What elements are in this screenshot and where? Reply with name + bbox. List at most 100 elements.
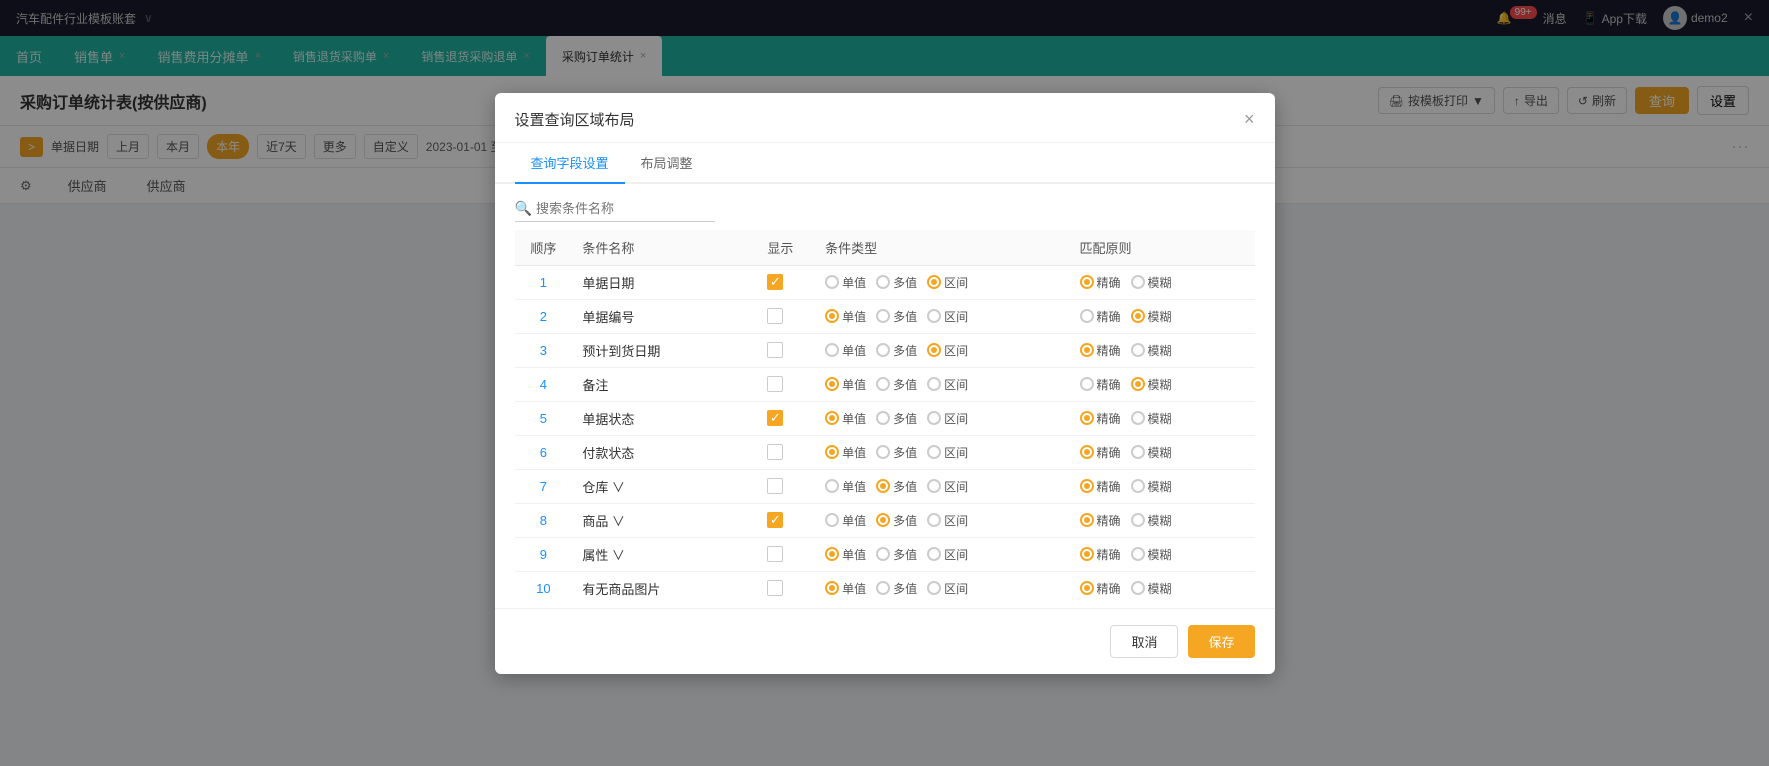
type-radio-multi[interactable]: 多值 bbox=[876, 546, 917, 563]
row-name: 仓库 ∨ bbox=[572, 469, 757, 503]
modal-header: 设置查询区域布局 × bbox=[495, 93, 1275, 143]
match-radio-exact[interactable]: 精确 bbox=[1080, 580, 1121, 597]
match-radio-group: 精确模糊 bbox=[1080, 308, 1245, 325]
row-checkbox[interactable] bbox=[767, 444, 783, 460]
row-order: 5 bbox=[515, 401, 573, 435]
type-radio-range[interactable]: 区间 bbox=[927, 444, 968, 461]
modal-search-area: 🔍 bbox=[495, 184, 1275, 230]
row-type-cell: 单值多值区间 bbox=[815, 503, 1069, 537]
type-radio-single[interactable]: 单值 bbox=[825, 546, 866, 563]
type-radio-single[interactable]: 单值 bbox=[825, 580, 866, 597]
cancel-button[interactable]: 取消 bbox=[1110, 625, 1178, 658]
row-checkbox[interactable] bbox=[767, 478, 783, 494]
match-radio-exact[interactable]: 精确 bbox=[1080, 274, 1121, 291]
type-radio-multi[interactable]: 多值 bbox=[876, 274, 917, 291]
match-radio-exact[interactable]: 精确 bbox=[1080, 512, 1121, 529]
match-radio-fuzzy[interactable]: 模糊 bbox=[1131, 580, 1172, 597]
type-radio-single[interactable]: 单值 bbox=[825, 478, 866, 495]
match-radio-fuzzy[interactable]: 模糊 bbox=[1131, 376, 1172, 393]
search-input[interactable] bbox=[532, 201, 702, 216]
table-row: 3预计到货日期单值多值区间精确模糊 bbox=[515, 333, 1255, 367]
match-radio-exact[interactable]: 精确 bbox=[1080, 546, 1121, 563]
row-checkbox-cell bbox=[757, 435, 815, 469]
type-radio-range[interactable]: 区间 bbox=[927, 478, 968, 495]
type-radio-multi[interactable]: 多值 bbox=[876, 478, 917, 495]
row-type-cell: 单值多值区间 bbox=[815, 265, 1069, 299]
match-radio-fuzzy[interactable]: 模糊 bbox=[1131, 274, 1172, 291]
type-radio-range[interactable]: 区间 bbox=[927, 376, 968, 393]
match-radio-fuzzy[interactable]: 模糊 bbox=[1131, 546, 1172, 563]
row-checkbox[interactable] bbox=[767, 308, 783, 324]
type-radio-single[interactable]: 单值 bbox=[825, 444, 866, 461]
modal-title: 设置查询区域布局 bbox=[515, 109, 635, 130]
type-radio-range[interactable]: 区间 bbox=[927, 410, 968, 427]
row-order: 1 bbox=[515, 265, 573, 299]
match-radio-exact[interactable]: 精确 bbox=[1080, 342, 1121, 359]
type-radio-multi[interactable]: 多值 bbox=[876, 410, 917, 427]
row-checkbox[interactable]: ✓ bbox=[767, 274, 783, 290]
row-order: 2 bbox=[515, 299, 573, 333]
match-radio-fuzzy[interactable]: 模糊 bbox=[1131, 478, 1172, 495]
row-type-cell: 单值多值区间 bbox=[815, 401, 1069, 435]
type-radio-range[interactable]: 区间 bbox=[927, 274, 968, 291]
row-name: 单据日期 bbox=[572, 265, 757, 299]
row-name: 单据编号 bbox=[572, 299, 757, 333]
type-radio-multi[interactable]: 多值 bbox=[876, 308, 917, 325]
type-radio-single[interactable]: 单值 bbox=[825, 308, 866, 325]
match-radio-exact[interactable]: 精确 bbox=[1080, 478, 1121, 495]
row-checkbox[interactable]: ✓ bbox=[767, 512, 783, 528]
row-match-cell: 精确模糊 bbox=[1070, 571, 1255, 600]
match-radio-exact[interactable]: 精确 bbox=[1080, 410, 1121, 427]
row-name: 付款状态 bbox=[572, 435, 757, 469]
match-radio-fuzzy[interactable]: 模糊 bbox=[1131, 512, 1172, 529]
row-checkbox[interactable] bbox=[767, 342, 783, 358]
match-radio-group: 精确模糊 bbox=[1080, 512, 1245, 529]
match-radio-exact[interactable]: 精确 bbox=[1080, 444, 1121, 461]
row-name: 单据状态 bbox=[572, 401, 757, 435]
type-radio-single[interactable]: 单值 bbox=[825, 342, 866, 359]
type-radio-multi[interactable]: 多值 bbox=[876, 376, 917, 393]
type-radio-single[interactable]: 单值 bbox=[825, 410, 866, 427]
match-radio-fuzzy[interactable]: 模糊 bbox=[1131, 410, 1172, 427]
match-radio-fuzzy[interactable]: 模糊 bbox=[1131, 444, 1172, 461]
type-radio-group: 单值多值区间 bbox=[825, 478, 1059, 495]
match-radio-fuzzy[interactable]: 模糊 bbox=[1131, 308, 1172, 325]
match-radio-exact[interactable]: 精确 bbox=[1080, 376, 1121, 393]
row-type-cell: 单值多值区间 bbox=[815, 367, 1069, 401]
type-radio-single[interactable]: 单值 bbox=[825, 274, 866, 291]
type-radio-multi[interactable]: 多值 bbox=[876, 342, 917, 359]
row-match-cell: 精确模糊 bbox=[1070, 469, 1255, 503]
row-type-cell: 单值多值区间 bbox=[815, 469, 1069, 503]
row-match-cell: 精确模糊 bbox=[1070, 537, 1255, 571]
row-checkbox[interactable] bbox=[767, 376, 783, 392]
row-checkbox[interactable] bbox=[767, 546, 783, 562]
type-radio-range[interactable]: 区间 bbox=[927, 512, 968, 529]
row-type-cell: 单值多值区间 bbox=[815, 571, 1069, 600]
row-match-cell: 精确模糊 bbox=[1070, 299, 1255, 333]
type-radio-range[interactable]: 区间 bbox=[927, 308, 968, 325]
type-radio-multi[interactable]: 多值 bbox=[876, 444, 917, 461]
th-name: 条件名称 bbox=[572, 230, 757, 266]
type-radio-range[interactable]: 区间 bbox=[927, 580, 968, 597]
row-checkbox[interactable]: ✓ bbox=[767, 410, 783, 426]
conditions-table: 顺序 条件名称 显示 条件类型 匹配原则 1单据日期✓单值多值区间精确模糊2单据… bbox=[515, 230, 1255, 600]
modal-tab-layout[interactable]: 布局调整 bbox=[625, 143, 709, 184]
row-name: 备注 bbox=[572, 367, 757, 401]
modal-tab-fields[interactable]: 查询字段设置 bbox=[515, 143, 625, 184]
match-radio-group: 精确模糊 bbox=[1080, 342, 1245, 359]
type-radio-single[interactable]: 单值 bbox=[825, 512, 866, 529]
save-button[interactable]: 保存 bbox=[1188, 625, 1254, 658]
type-radio-range[interactable]: 区间 bbox=[927, 342, 968, 359]
type-radio-group: 单值多值区间 bbox=[825, 274, 1059, 291]
type-radio-single[interactable]: 单值 bbox=[825, 376, 866, 393]
type-radio-range[interactable]: 区间 bbox=[927, 546, 968, 563]
type-radio-multi[interactable]: 多值 bbox=[876, 512, 917, 529]
type-radio-group: 单值多值区间 bbox=[825, 512, 1059, 529]
row-checkbox-cell bbox=[757, 537, 815, 571]
table-header-row: 顺序 条件名称 显示 条件类型 匹配原则 bbox=[515, 230, 1255, 266]
row-checkbox[interactable] bbox=[767, 580, 783, 596]
modal-close-button[interactable]: × bbox=[1244, 110, 1255, 128]
match-radio-fuzzy[interactable]: 模糊 bbox=[1131, 342, 1172, 359]
type-radio-multi[interactable]: 多值 bbox=[876, 580, 917, 597]
match-radio-exact[interactable]: 精确 bbox=[1080, 308, 1121, 325]
